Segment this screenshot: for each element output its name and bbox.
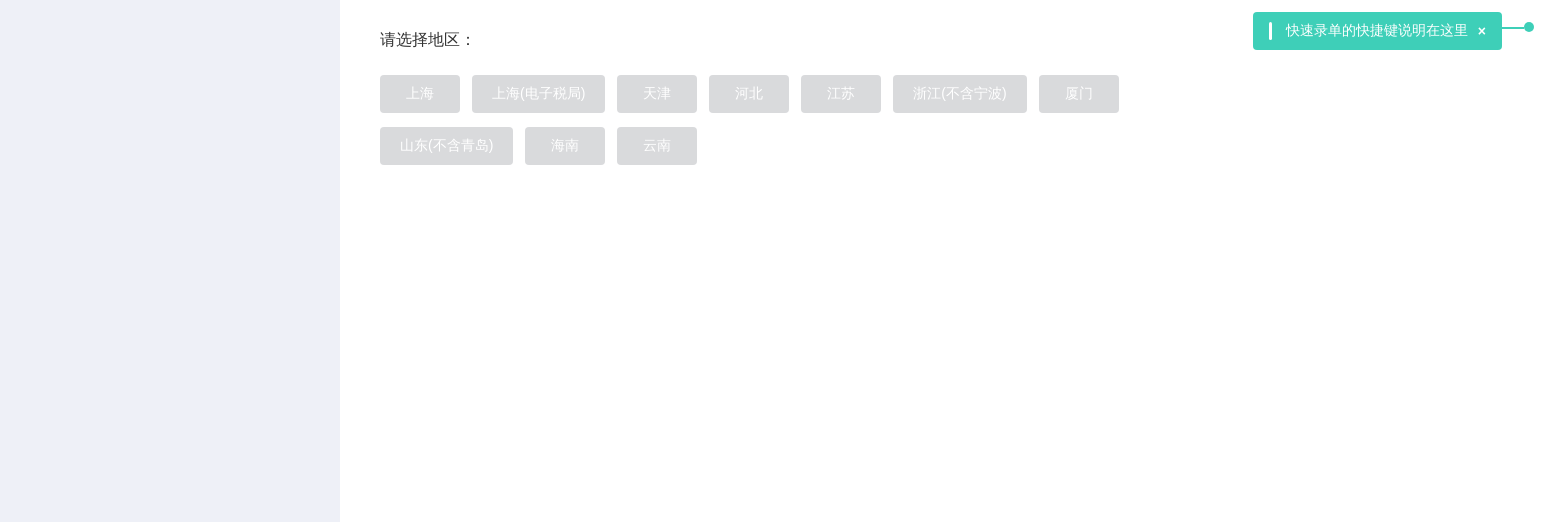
region-button-zhejiang[interactable]: 浙江(不含宁波) — [893, 75, 1026, 113]
region-row-2: 山东(不含青岛) 海南云南 — [380, 127, 1522, 165]
tooltip-text: 快速录单的快捷键说明在这里 — [1286, 22, 1468, 40]
region-button-yunnan[interactable]: 云南 — [617, 127, 697, 165]
main-content: 请选择地区： 上海上海(电子税局)天津河北江苏浙江(不含宁波)厦门 山东(不含青… — [340, 0, 1562, 522]
tooltip-line — [1502, 27, 1524, 29]
region-row-1: 上海上海(电子税局) 天津河北江苏浙江(不含宁波) 厦门 — [380, 75, 1522, 113]
region-button-xiamen[interactable]: 厦门 — [1039, 75, 1119, 113]
region-button-jiangsu[interactable]: 江苏 — [801, 75, 881, 113]
tooltip-close-button[interactable]: × — [1478, 23, 1486, 39]
region-button-tianjin[interactable]: 天津 — [617, 75, 697, 113]
region-button-shanghai[interactable]: 上海 — [380, 75, 460, 113]
region-button-shanghai-etax[interactable]: 上海(电子税局) — [472, 75, 605, 113]
left-sidebar — [0, 0, 340, 522]
tooltip-banner: 快速录单的快捷键说明在这里 × — [1253, 12, 1502, 50]
tooltip-dot — [1524, 22, 1534, 32]
region-button-hebei[interactable]: 河北 — [709, 75, 789, 113]
region-button-shandong[interactable]: 山东(不含青岛) — [380, 127, 513, 165]
region-button-hainan[interactable]: 海南 — [525, 127, 605, 165]
